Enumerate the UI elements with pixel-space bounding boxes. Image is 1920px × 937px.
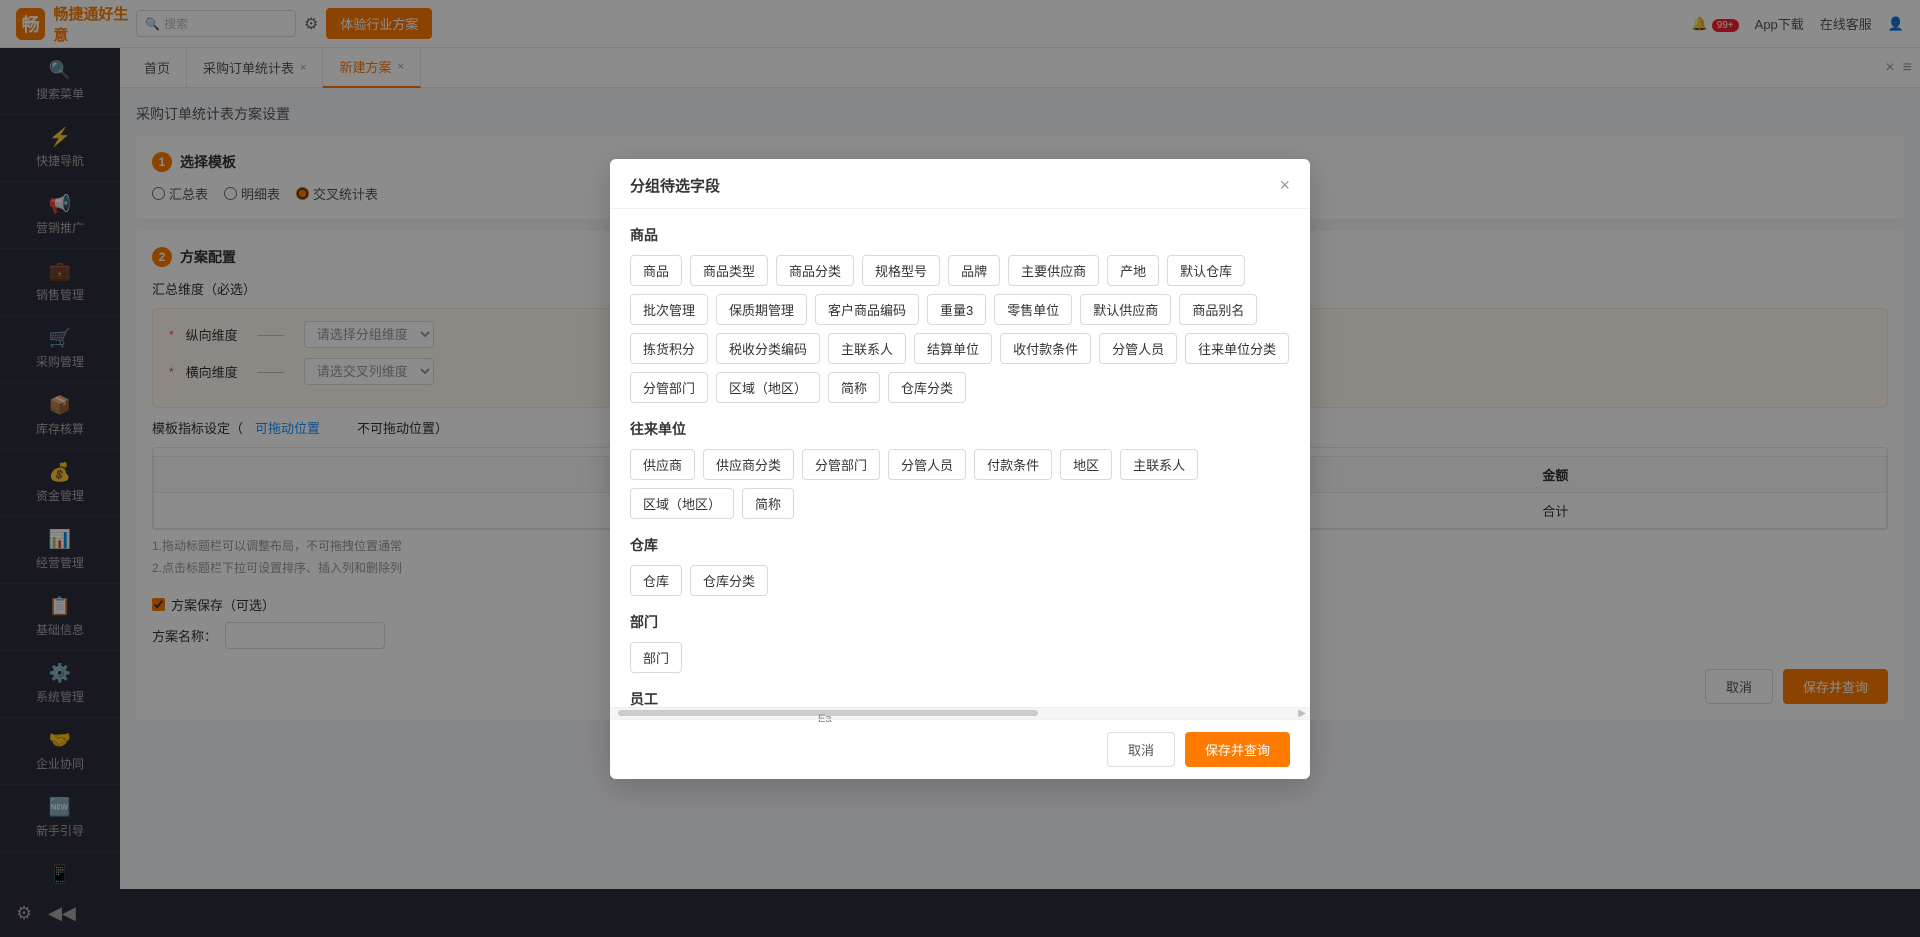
field-section-partner-title: 往来单位	[630, 419, 1290, 439]
hscroll-thumb[interactable]: Ea	[618, 710, 1038, 716]
field-tag[interactable]: 付款条件	[974, 449, 1052, 480]
field-tag[interactable]: 商品分类	[776, 255, 854, 286]
field-tag[interactable]: 产地	[1107, 255, 1159, 286]
modal-overlay[interactable]: 分组待选字段 × 商品 商品 商品类型 商品分类 规格型号 品牌 主要供应商 产…	[0, 0, 1920, 937]
field-tag[interactable]: 分管部门	[630, 372, 708, 403]
field-tag[interactable]: 供应商分类	[703, 449, 794, 480]
modal-body: 商品 商品 商品类型 商品分类 规格型号 品牌 主要供应商 产地 默认仓库 批次…	[610, 209, 1310, 707]
field-tag[interactable]: 仓库分类	[690, 565, 768, 596]
modal-hscroll[interactable]: Ea ▶	[610, 707, 1310, 719]
field-tag[interactable]: 税收分类编码	[716, 333, 820, 364]
field-section-partner: 往来单位 供应商 供应商分类 分管部门 分管人员 付款条件 地区 主联系人 区域…	[630, 419, 1290, 519]
field-tag[interactable]: 主联系人	[828, 333, 906, 364]
field-tag[interactable]: 默认供应商	[1080, 294, 1171, 325]
field-tag[interactable]: 默认仓库	[1167, 255, 1245, 286]
field-tag[interactable]: 商品	[630, 255, 682, 286]
field-tag[interactable]: 分管部门	[802, 449, 880, 480]
field-tag[interactable]: 简称	[742, 488, 794, 519]
field-tag[interactable]: 商品类型	[690, 255, 768, 286]
field-tags-warehouse: 仓库 仓库分类	[630, 565, 1290, 596]
field-tag[interactable]: 品牌	[948, 255, 1000, 286]
modal-dialog: 分组待选字段 × 商品 商品 商品类型 商品分类 规格型号 品牌 主要供应商 产…	[610, 159, 1310, 779]
field-tag[interactable]: 区域（地区）	[630, 488, 734, 519]
field-tag[interactable]: 区域（地区）	[716, 372, 820, 403]
field-tag[interactable]: 主联系人	[1120, 449, 1198, 480]
field-tag[interactable]: 简称	[828, 372, 880, 403]
field-tag[interactable]: 重量3	[927, 294, 986, 325]
hscroll-right-arrow[interactable]: ▶	[1298, 708, 1306, 719]
field-tag[interactable]: 收付款条件	[1000, 333, 1091, 364]
field-section-employee: 员工 业务员	[630, 689, 1290, 707]
modal-confirm-button[interactable]: 保存并查询	[1185, 732, 1290, 767]
modal-close-button[interactable]: ×	[1279, 175, 1290, 196]
field-section-product: 商品 商品 商品类型 商品分类 规格型号 品牌 主要供应商 产地 默认仓库 批次…	[630, 225, 1290, 403]
modal-header: 分组待选字段 ×	[610, 159, 1310, 209]
field-tags-product: 商品 商品类型 商品分类 规格型号 品牌 主要供应商 产地 默认仓库 批次管理 …	[630, 255, 1290, 403]
field-tag[interactable]: 仓库	[630, 565, 682, 596]
field-tag[interactable]: 部门	[630, 642, 682, 673]
field-tag[interactable]: 地区	[1060, 449, 1112, 480]
modal-footer: 取消 保存并查询	[610, 719, 1310, 779]
modal-title: 分组待选字段	[630, 175, 720, 196]
field-tags-partner: 供应商 供应商分类 分管部门 分管人员 付款条件 地区 主联系人 区域（地区） …	[630, 449, 1290, 519]
field-tags-department: 部门	[630, 642, 1290, 673]
field-section-product-title: 商品	[630, 225, 1290, 245]
field-tag[interactable]: 结算单位	[914, 333, 992, 364]
field-tag[interactable]: 规格型号	[862, 255, 940, 286]
field-tag[interactable]: 仓库分类	[888, 372, 966, 403]
field-section-warehouse-title: 仓库	[630, 535, 1290, 555]
field-tag[interactable]: 供应商	[630, 449, 695, 480]
field-tag[interactable]: 分管人员	[888, 449, 966, 480]
field-tag[interactable]: 商品别名	[1179, 294, 1257, 325]
field-tag[interactable]: 批次管理	[630, 294, 708, 325]
field-tag[interactable]: 分管人员	[1099, 333, 1177, 364]
field-section-warehouse: 仓库 仓库 仓库分类	[630, 535, 1290, 596]
field-tag[interactable]: 保质期管理	[716, 294, 807, 325]
field-tag[interactable]: 主要供应商	[1008, 255, 1099, 286]
field-tag[interactable]: 客户商品编码	[815, 294, 919, 325]
field-section-department: 部门 部门	[630, 612, 1290, 673]
modal-cancel-button[interactable]: 取消	[1107, 732, 1175, 767]
field-section-department-title: 部门	[630, 612, 1290, 632]
field-section-employee-title: 员工	[630, 689, 1290, 707]
field-tag[interactable]: 往来单位分类	[1185, 333, 1289, 364]
field-tag[interactable]: 零售单位	[994, 294, 1072, 325]
field-tag[interactable]: 拣货积分	[630, 333, 708, 364]
